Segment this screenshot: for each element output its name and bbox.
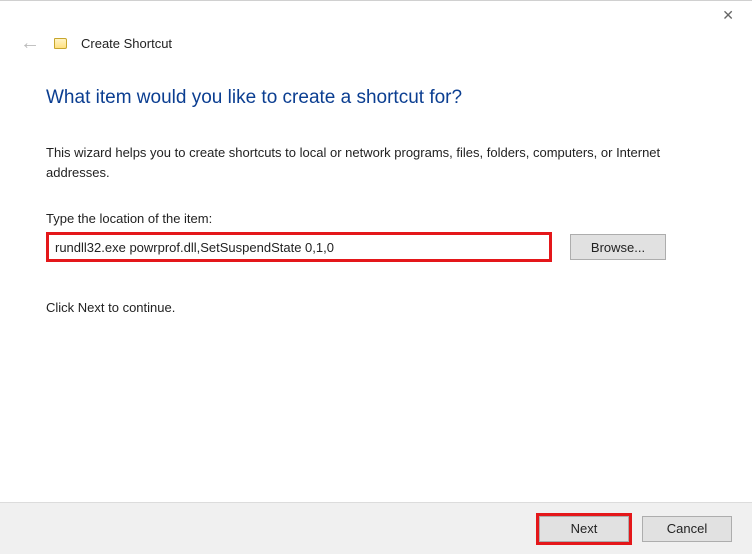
- browse-button[interactable]: Browse...: [570, 234, 666, 260]
- titlebar: ✕: [0, 1, 752, 31]
- location-input-row: Browse...: [46, 232, 706, 262]
- description-text: This wizard helps you to create shortcut…: [46, 143, 686, 183]
- close-icon[interactable]: ✕: [716, 5, 740, 26]
- location-input[interactable]: [49, 235, 549, 259]
- dialog-title: Create Shortcut: [81, 36, 172, 51]
- location-label: Type the location of the item:: [46, 211, 706, 226]
- dialog-footer: Next Cancel: [0, 502, 752, 554]
- next-highlight-box: Next: [536, 513, 632, 545]
- continue-hint: Click Next to continue.: [46, 300, 706, 315]
- cancel-button[interactable]: Cancel: [642, 516, 732, 542]
- heading-question: What item would you like to create a sho…: [46, 87, 706, 109]
- back-arrow-icon: ←: [20, 33, 40, 53]
- shortcut-folder-icon: [54, 38, 67, 49]
- location-highlight-box: [46, 232, 552, 262]
- dialog-content: What item would you like to create a sho…: [0, 59, 752, 325]
- next-button[interactable]: Next: [539, 516, 629, 542]
- dialog-header: ← Create Shortcut: [0, 31, 752, 59]
